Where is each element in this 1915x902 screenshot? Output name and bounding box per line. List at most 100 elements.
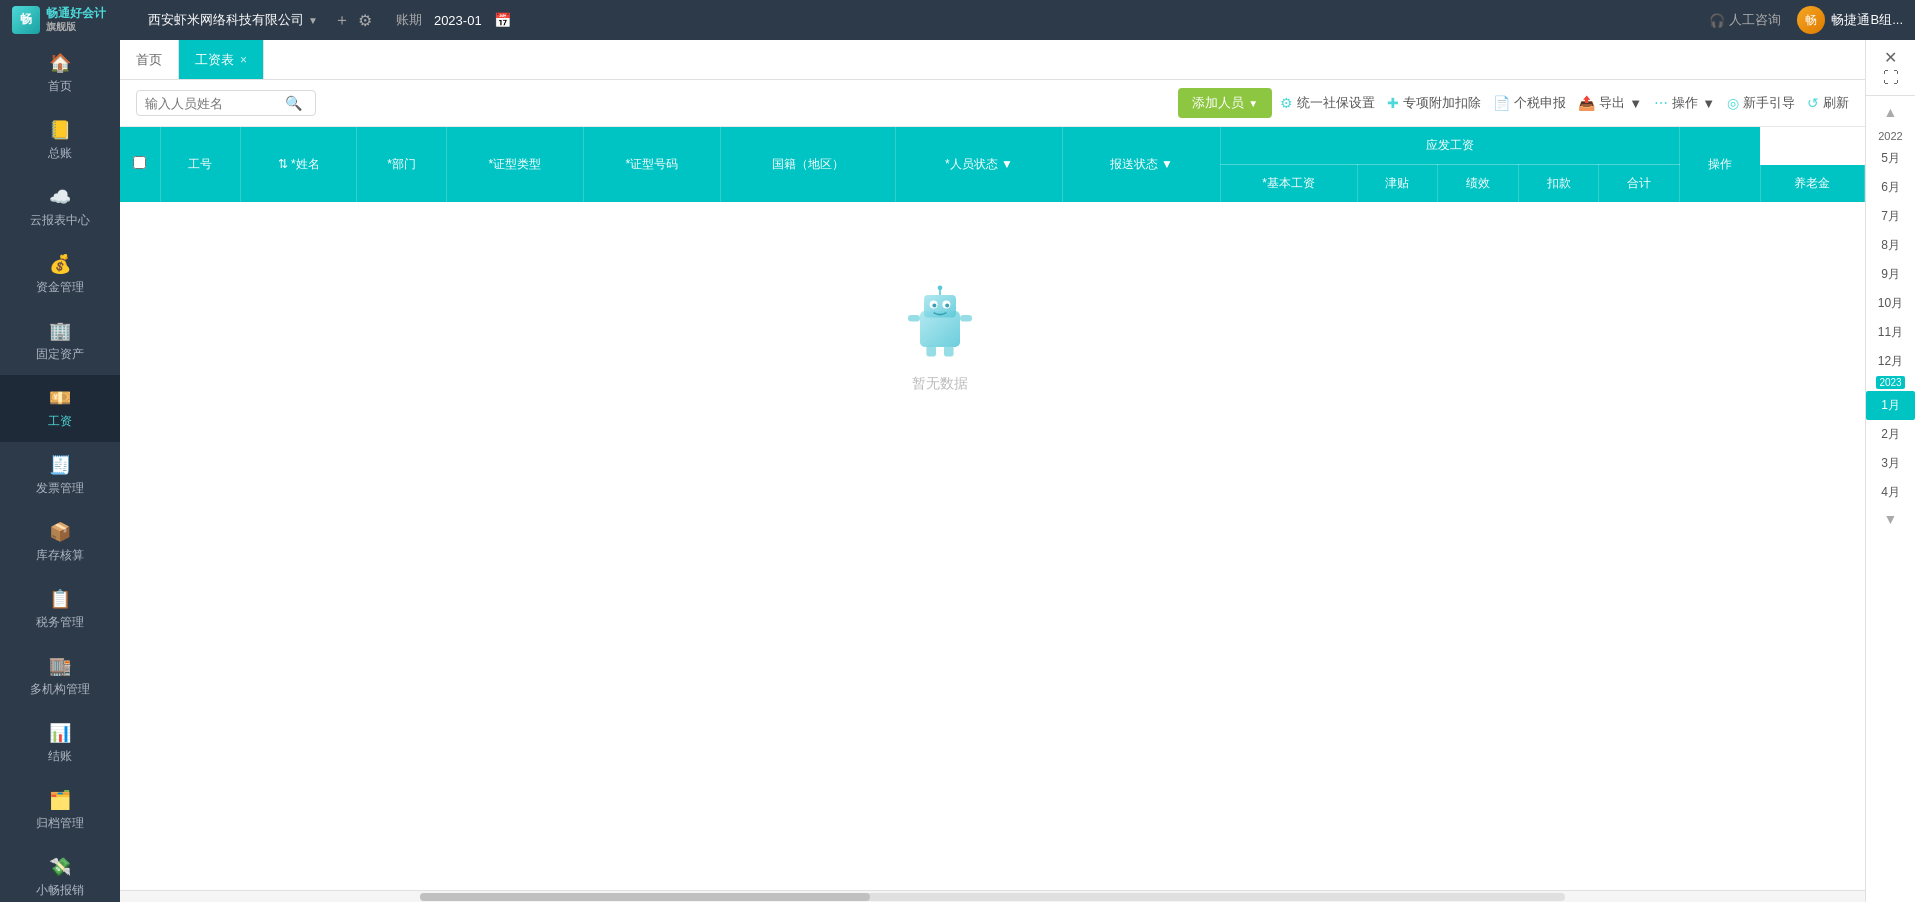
th-checkbox[interactable] <box>120 127 160 202</box>
sidebar-item-fixed-asset[interactable]: 🏢 固定资产 <box>0 308 120 375</box>
guide-toolbar-icon: ◎ <box>1727 95 1739 111</box>
table-header-row1: 工号 ⇅ *姓名 *部门 *证型类型 *证型号码 国籍（地区） *人员状态 ▼ … <box>120 127 1865 165</box>
expense-icon: 💸 <box>49 856 71 878</box>
app-edition: 旗舰版 <box>46 20 106 34</box>
scrollbar-thumb[interactable] <box>420 893 870 901</box>
sidebar-item-salary[interactable]: 💴 工资 <box>0 375 120 442</box>
filter-icon-report[interactable]: ▼ <box>1161 157 1173 171</box>
scroll-up-button[interactable]: ▲ <box>1880 100 1902 124</box>
month-list: ▲ 2022 5月 6月 7月 8月 9月 10月 11月 12月 2023 1… <box>1866 96 1915 535</box>
tax-report-label: 个税申报 <box>1514 94 1566 112</box>
sidebar-item-home[interactable]: 🏠 首页 <box>0 40 120 107</box>
month-item-2022-11[interactable]: 11月 <box>1866 318 1915 347</box>
th-allowance: 津贴 <box>1357 165 1438 203</box>
export-action[interactable]: 📤 导出 ▼ <box>1578 94 1642 112</box>
social-security-action[interactable]: ⚙ 统一社保设置 <box>1280 94 1375 112</box>
scrollbar-track[interactable] <box>420 893 1565 901</box>
sidebar-label-cloud-report: 云报表中心 <box>30 212 90 229</box>
sidebar-item-invoice[interactable]: 🧾 发票管理 <box>0 442 120 509</box>
guide-label: 新手引导 <box>1743 94 1795 112</box>
tab-close-salary[interactable]: × <box>240 53 247 67</box>
toolbar: 🔍 添加人员 ▼ ⚙ 统一社保设置 ✚ 专项附加扣除 📄 个税申报 <box>120 80 1865 127</box>
tax-report-action[interactable]: 📄 个税申报 <box>1493 94 1566 112</box>
th-cert-no: *证型号码 <box>583 127 720 202</box>
operations-icon: ⋯ <box>1654 95 1668 111</box>
user-avatar: 畅 <box>1797 6 1825 34</box>
sidebar-item-settlement[interactable]: 📊 结账 <box>0 710 120 777</box>
svg-rect-9 <box>960 315 972 321</box>
calendar-icon[interactable]: 📅 <box>494 12 511 28</box>
sidebar-item-archive[interactable]: 🗂️ 归档管理 <box>0 777 120 844</box>
table-body: 暂无数据 <box>120 202 1865 473</box>
refresh-action[interactable]: ↺ 刷新 <box>1807 94 1849 112</box>
month-item-2022-7[interactable]: 7月 <box>1866 202 1915 231</box>
operations-label: 操作 <box>1672 94 1698 112</box>
svg-point-7 <box>938 285 943 290</box>
sidebar-item-multi-org[interactable]: 🏬 多机构管理 <box>0 643 120 710</box>
export-arrow-icon: ▼ <box>1629 96 1642 111</box>
sidebar-item-inventory[interactable]: 📦 库存核算 <box>0 509 120 576</box>
tab-home-label: 首页 <box>136 51 162 69</box>
refresh-label: 刷新 <box>1823 94 1849 112</box>
svg-rect-10 <box>926 345 936 356</box>
sidebar-label-multi-org: 多机构管理 <box>30 681 90 698</box>
tab-home[interactable]: 首页 <box>120 40 179 79</box>
search-wrap[interactable]: 🔍 <box>136 90 316 116</box>
refresh-icon: ↺ <box>1807 95 1819 111</box>
fund-icon: 💰 <box>49 253 71 275</box>
sidebar-item-ledger[interactable]: 📒 总账 <box>0 107 120 174</box>
tab-salary[interactable]: 工资表 × <box>179 40 264 79</box>
support-button[interactable]: 🎧 人工咨询 <box>1709 11 1781 29</box>
scrollbar-area <box>120 890 1865 902</box>
social-security-label: 统一社保设置 <box>1297 94 1375 112</box>
empty-state: 暂无数据 <box>120 203 1760 473</box>
add-company-button[interactable]: ＋ <box>334 10 350 31</box>
month-item-2023-3[interactable]: 3月 <box>1866 449 1915 478</box>
scroll-down-button[interactable]: ▼ <box>1880 507 1902 531</box>
company-selector[interactable]: 西安虾米网络科技有限公司 ▼ <box>148 11 318 29</box>
user-info[interactable]: 畅 畅捷通B组... <box>1797 6 1903 34</box>
month-item-2023-1[interactable]: 1月 <box>1866 391 1915 420</box>
fixed-asset-icon: 🏢 <box>49 320 71 342</box>
extra-deduct-label: 专项附加扣除 <box>1403 94 1481 112</box>
settings-button[interactable]: ⚙ <box>358 11 372 30</box>
th-cert-type: *证型类型 <box>446 127 583 202</box>
month-item-2022-12[interactable]: 12月 <box>1866 347 1915 376</box>
month-item-2022-8[interactable]: 8月 <box>1866 231 1915 260</box>
operations-arrow-icon: ▼ <box>1702 96 1715 111</box>
tab-salary-label: 工资表 <box>195 51 234 69</box>
operations-action[interactable]: ⋯ 操作 ▼ <box>1654 94 1715 112</box>
sidebar-item-expense[interactable]: 💸 小畅报销 <box>0 844 120 902</box>
filter-icon-status[interactable]: ▼ <box>1001 157 1013 171</box>
sidebar-item-cloud-report[interactable]: ☁️ 云报表中心 <box>0 174 120 241</box>
month-item-2022-9[interactable]: 9月 <box>1866 260 1915 289</box>
select-all-checkbox[interactable] <box>133 156 146 169</box>
month-item-2022-6[interactable]: 6月 <box>1866 173 1915 202</box>
expand-panel-button[interactable]: ⛶ <box>1883 69 1899 87</box>
search-input[interactable] <box>145 96 285 111</box>
add-person-button[interactable]: 添加人员 ▼ <box>1178 88 1272 118</box>
sidebar-label-expense: 小畅报销 <box>36 882 84 899</box>
extra-deduct-action[interactable]: ✚ 专项附加扣除 <box>1387 94 1481 112</box>
month-item-2022-5[interactable]: 5月 <box>1866 144 1915 173</box>
header-actions: ＋ ⚙ <box>334 10 372 31</box>
logo-area: 畅 畅通好会计 旗舰版 <box>12 6 132 34</box>
sidebar-label-fund: 资金管理 <box>36 279 84 296</box>
th-nationality: 国籍（地区） <box>720 127 895 202</box>
month-item-2023-2[interactable]: 2月 <box>1866 420 1915 449</box>
sidebar-label-tax: 税务管理 <box>36 614 84 631</box>
month-item-2023-4[interactable]: 4月 <box>1866 478 1915 507</box>
settlement-icon: 📊 <box>49 722 71 744</box>
sidebar-item-tax[interactable]: 📋 税务管理 <box>0 576 120 643</box>
th-base-salary: *基本工资 <box>1220 165 1357 203</box>
content-area: 首页 工资表 × 🔍 添加人员 ▼ ⚙ 统一社保设置 <box>120 40 1865 902</box>
invoice-icon: 🧾 <box>49 454 71 476</box>
support-label: 人工咨询 <box>1729 11 1781 29</box>
close-panel-button[interactable]: ✕ <box>1884 48 1897 67</box>
th-group-payroll: 应发工资 <box>1220 127 1679 165</box>
sidebar-item-fund[interactable]: 💰 资金管理 <box>0 241 120 308</box>
tax-report-icon: 📄 <box>1493 95 1510 111</box>
month-item-2022-10[interactable]: 10月 <box>1866 289 1915 318</box>
sidebar: 🏠 首页 📒 总账 ☁️ 云报表中心 💰 资金管理 🏢 固定资产 💴 工资 🧾 … <box>0 40 120 902</box>
guide-action[interactable]: ◎ 新手引导 <box>1727 94 1795 112</box>
